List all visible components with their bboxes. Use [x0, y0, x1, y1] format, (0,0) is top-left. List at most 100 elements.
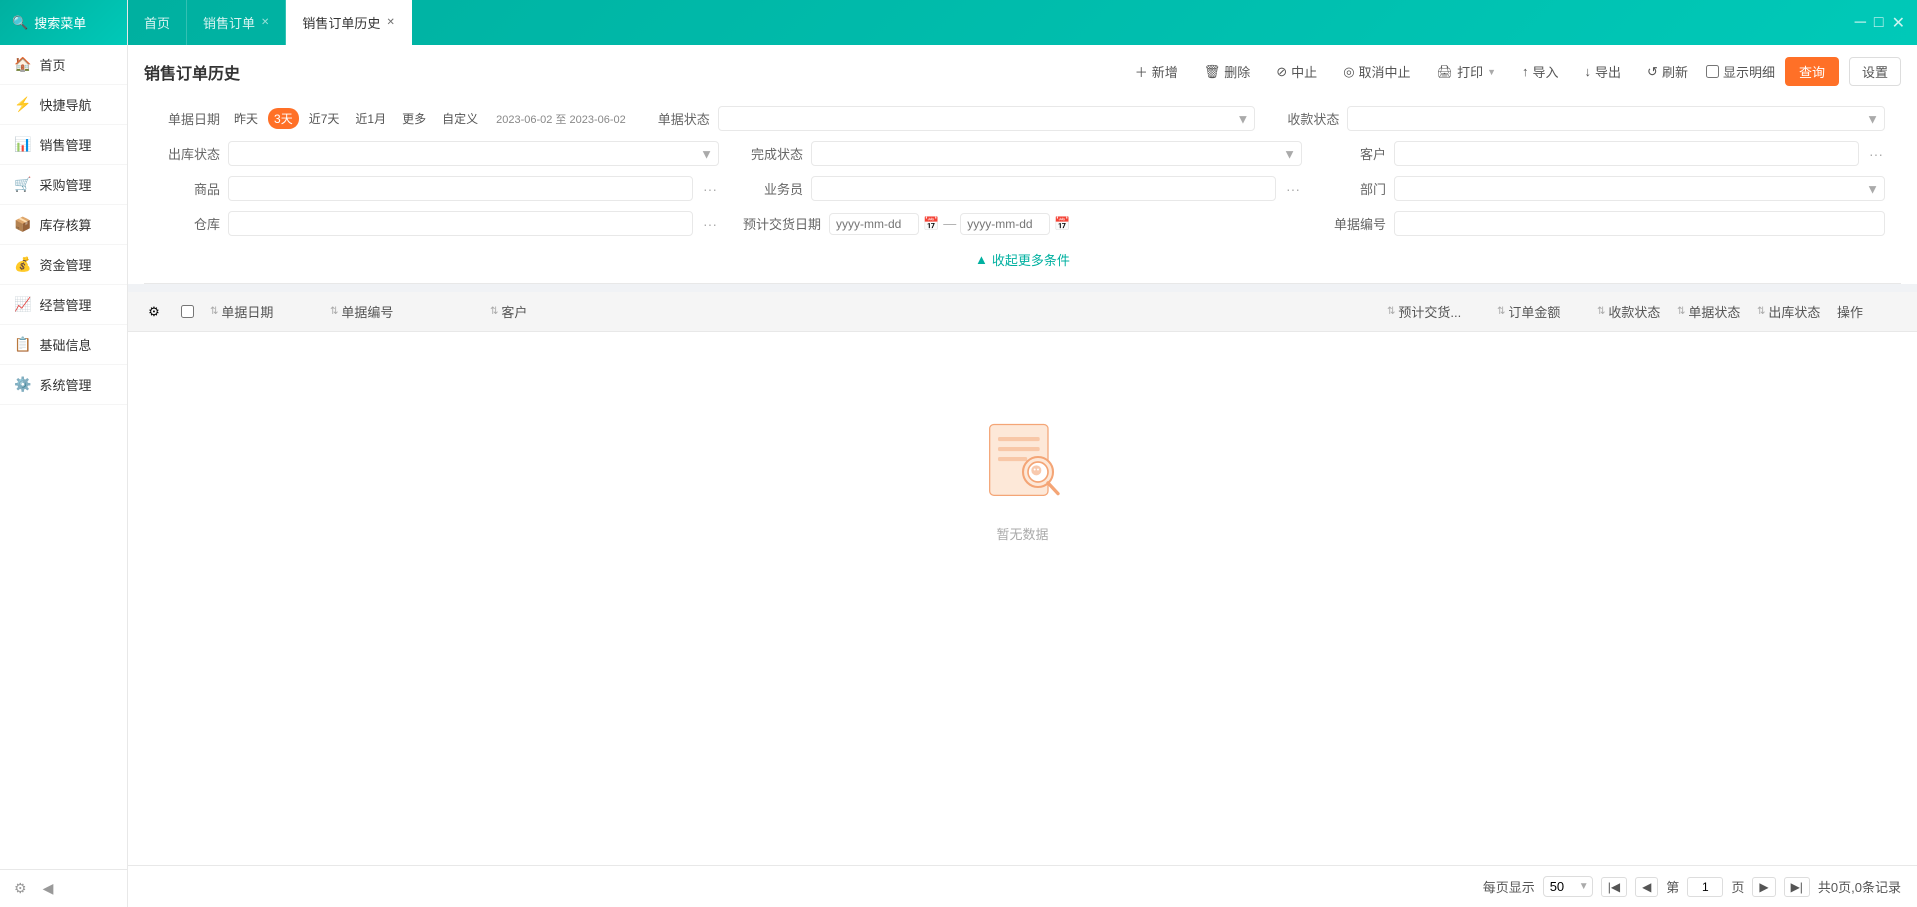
calendar-from-icon[interactable]: 📅: [923, 216, 939, 232]
date-range-display: 2023-06-02 至 2023-06-02: [496, 111, 626, 127]
department-select-wrap[interactable]: ▼: [1394, 176, 1885, 201]
sidebar-item-system[interactable]: ⚙️ 系统管理: [0, 365, 127, 405]
refresh-button[interactable]: ↺ 刷新: [1639, 58, 1696, 85]
delivery-date-to[interactable]: [960, 213, 1050, 235]
shipment-status-label: 出库状态: [160, 144, 220, 163]
bill-status-select-wrap[interactable]: ▼: [718, 106, 1256, 131]
th-bill-label: 单据状态: [1688, 302, 1740, 321]
shortcut-1month[interactable]: 近1月: [349, 108, 392, 129]
payment-status-select[interactable]: [1347, 106, 1885, 131]
sidebar-item-sales[interactable]: 📊 销售管理: [0, 125, 127, 165]
th-date[interactable]: ⇅ 单据日期: [202, 302, 322, 321]
filter-customer: 客户 ···: [1326, 141, 1885, 166]
settings-bottom-icon[interactable]: ⚙: [14, 880, 27, 897]
bill-status-select[interactable]: [718, 106, 1256, 131]
calendar-to-icon[interactable]: 📅: [1054, 216, 1070, 232]
sidebar-item-label: 资金管理: [39, 255, 91, 274]
plus-icon: ＋: [1135, 62, 1148, 81]
display-detail-checkbox[interactable]: [1706, 65, 1719, 78]
sidebar-item-inventory[interactable]: 📦 库存核算: [0, 205, 127, 245]
goods-label: 商品: [160, 179, 220, 198]
delivery-date-from[interactable]: [829, 213, 919, 235]
warehouse-more-icon[interactable]: ···: [701, 216, 719, 232]
th-checkbox[interactable]: [172, 305, 202, 318]
tab-close-icon[interactable]: ✕: [261, 17, 269, 28]
filter-bill-date: 单据日期 昨天 3天 近7天 近1月 更多 自定义 2023-06-02 至 2…: [160, 108, 626, 129]
th-num[interactable]: ⇅ 单据编号: [322, 302, 482, 321]
goods-input[interactable]: [228, 176, 693, 201]
shortcut-yesterday[interactable]: 昨天: [228, 108, 264, 129]
filter-salesperson: 业务员 ···: [743, 176, 1302, 201]
filter-delivery-date: 预计交货日期 📅 — 📅: [743, 213, 1302, 235]
sidebar-item-finance[interactable]: 💰 资金管理: [0, 245, 127, 285]
shipment-status-select[interactable]: [228, 141, 719, 166]
sidebar-item-home[interactable]: 🏠 首页: [0, 45, 127, 85]
print-button[interactable]: 🖨 打印 ▼: [1429, 58, 1504, 85]
per-page-select-wrap[interactable]: 10 20 50 100 ▼: [1543, 876, 1593, 897]
filter-row-2: 出库状态 ▼ 完成状态: [160, 141, 1885, 166]
filter-bill-status: 单据状态 ▼: [650, 106, 1256, 131]
tab-sales-order-history-label: 销售订单历史: [302, 13, 380, 32]
sidebar-item-quick-nav[interactable]: ⚡ 快捷导航: [0, 85, 127, 125]
shortcut-custom[interactable]: 自定义: [436, 108, 484, 129]
date-separator: —: [943, 216, 956, 231]
th-bill-status[interactable]: ⇅ 单据状态: [1669, 302, 1749, 321]
sidebar-item-basic-info[interactable]: 📋 基础信息: [0, 325, 127, 365]
display-detail-label: 显示明细: [1723, 62, 1775, 81]
bill-number-input[interactable]: [1394, 211, 1885, 236]
page-number-input[interactable]: [1687, 877, 1723, 897]
customer-input[interactable]: [1394, 141, 1859, 166]
new-button[interactable]: ＋ 新增: [1127, 58, 1186, 85]
sidebar-item-purchase[interactable]: 🛒 采购管理: [0, 165, 127, 205]
shortcut-7days[interactable]: 近7天: [303, 108, 346, 129]
sidebar-item-operation[interactable]: 📈 经营管理: [0, 285, 127, 325]
search-menu-button[interactable]: 🔍 搜索菜单: [0, 0, 127, 45]
shipment-status-select-wrap[interactable]: ▼: [228, 141, 719, 166]
prev-page-button[interactable]: ◀: [1635, 877, 1658, 897]
display-detail-checkbox-wrap[interactable]: 显示明细: [1706, 62, 1775, 81]
salesperson-input[interactable]: [811, 176, 1276, 201]
query-button[interactable]: 查询: [1785, 57, 1839, 86]
th-delivery[interactable]: ⇅ 预计交货...: [1379, 302, 1489, 321]
department-select[interactable]: [1394, 176, 1885, 201]
tab-home[interactable]: 首页: [128, 0, 187, 45]
next-page-button[interactable]: ▶: [1752, 877, 1775, 897]
customer-more-icon[interactable]: ···: [1867, 146, 1885, 162]
th-settings-icon[interactable]: ⚙: [136, 304, 172, 320]
finance-icon: 💰: [14, 256, 31, 273]
export-button[interactable]: ↓ 导出: [1577, 58, 1630, 85]
filter-goods: 商品 ···: [160, 176, 719, 201]
window-close-icon[interactable]: ✕: [1892, 13, 1905, 33]
th-customer[interactable]: ⇅ 客户: [482, 302, 1379, 321]
tab-history-close-icon[interactable]: ✕: [386, 17, 394, 28]
per-page-select[interactable]: 10 20 50 100: [1543, 876, 1593, 897]
cancel-stop-button[interactable]: ◎ 取消中止: [1335, 58, 1418, 85]
payment-status-select-wrap[interactable]: ▼: [1347, 106, 1885, 131]
window-restore-icon[interactable]: □: [1874, 14, 1884, 32]
tab-sales-order-history[interactable]: 销售订单历史 ✕: [286, 0, 411, 45]
warehouse-input[interactable]: [228, 211, 693, 236]
complete-status-select-wrap[interactable]: ▼: [811, 141, 1302, 166]
shortcut-3days[interactable]: 3天: [268, 108, 299, 129]
goods-more-icon[interactable]: ···: [701, 181, 719, 197]
salesperson-more-icon[interactable]: ···: [1284, 181, 1302, 197]
complete-status-select[interactable]: [811, 141, 1302, 166]
tab-sales-order[interactable]: 销售订单 ✕: [187, 0, 286, 45]
per-page-label: 每页显示: [1483, 877, 1535, 896]
last-page-button[interactable]: ▶|: [1784, 877, 1810, 897]
setting-button[interactable]: 设置: [1849, 57, 1901, 86]
import-button[interactable]: ↑ 导入: [1514, 58, 1567, 85]
th-action: 操作: [1829, 302, 1909, 321]
th-payment-status[interactable]: ⇅ 收款状态: [1589, 302, 1669, 321]
shortcut-more[interactable]: 更多: [396, 108, 432, 129]
stop-button[interactable]: ⊘ 中止: [1268, 58, 1325, 85]
table-area: ⚙ ⇅ 单据日期 ⇅ 单据编号 ⇅ 客户 ⇅ 预计交货.: [128, 292, 1917, 865]
delete-button[interactable]: 🗑 删除: [1196, 58, 1259, 85]
collapse-sidebar-icon[interactable]: ◀: [43, 880, 54, 897]
th-shipment-status[interactable]: ⇅ 出库状态: [1749, 302, 1829, 321]
collapse-button[interactable]: ▲ 收起更多条件: [975, 246, 1070, 273]
th-amount[interactable]: ⇅ 订单金额: [1489, 302, 1589, 321]
window-minimize-icon[interactable]: ─: [1855, 14, 1866, 32]
first-page-button[interactable]: |◀: [1601, 877, 1627, 897]
select-all-checkbox[interactable]: [181, 305, 194, 318]
